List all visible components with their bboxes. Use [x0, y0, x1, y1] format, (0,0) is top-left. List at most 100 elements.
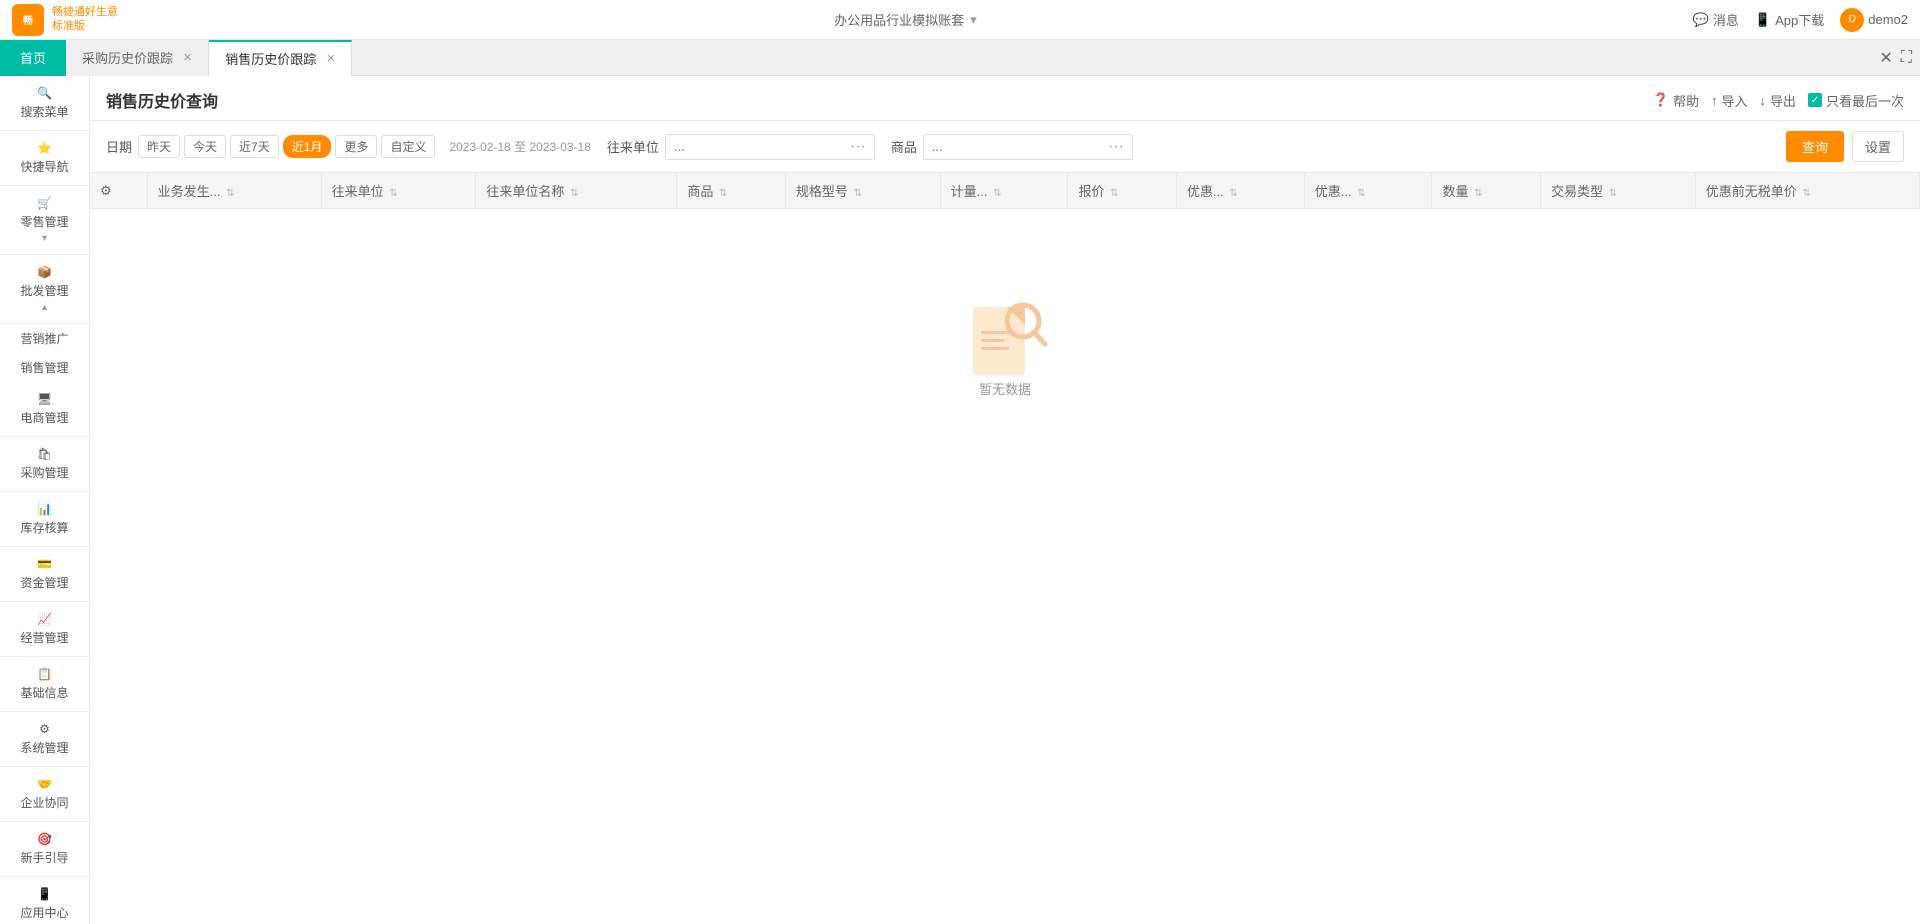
tab-purchase-close[interactable]: ✕	[183, 51, 192, 64]
product-label: 商品	[891, 137, 917, 156]
sidebar-item-purchase[interactable]: 🛍 采购管理	[0, 437, 89, 492]
export-btn[interactable]: ↓ 导出	[1759, 91, 1796, 110]
sidebar-label-finance: 资金管理	[20, 574, 68, 591]
th-quoted-price[interactable]: 报价 ⇅	[1068, 173, 1177, 209]
system-icon: ⚙	[39, 722, 50, 736]
th-price-no-tax[interactable]: 优惠前无税单价 ⇅	[1695, 173, 1919, 209]
date-btn-more[interactable]: 更多	[335, 135, 377, 158]
tab-home[interactable]: 首页	[0, 40, 66, 76]
tab-sales-label: 销售历史价跟踪	[225, 49, 316, 68]
search-menu-icon: 🔍	[37, 86, 52, 100]
basic-icon: 📋	[37, 667, 52, 681]
sort-icon-spec: ⇅	[854, 188, 862, 199]
sort-icon-discount1: ⇅	[1229, 188, 1237, 199]
tabsbar-actions: ✕ ⛶	[1879, 48, 1920, 68]
date-btn-today[interactable]: 今天	[184, 135, 226, 158]
th-quantity[interactable]: 数量 ⇅	[1432, 173, 1541, 209]
wholesale-arrow-icon: ▴	[42, 302, 47, 313]
sidebar-item-search-menu[interactable]: 🔍 搜索菜单	[0, 76, 89, 131]
page-title: 销售历史价查询	[106, 88, 218, 112]
product-input[interactable]	[932, 139, 1108, 154]
sidebar-item-quick-nav[interactable]: ⭐ 快捷导航	[0, 131, 89, 186]
product-filter-group: 商品 ···	[891, 134, 1133, 160]
avatar: D	[1840, 8, 1864, 32]
sidebar-item-enterprise[interactable]: 🤝 企业协同	[0, 767, 89, 822]
tab-sales-close[interactable]: ✕	[326, 52, 335, 65]
sidebar: 🔍 搜索菜单 ⭐ 快捷导航 🛒 零售管理 ▾ 📦 批发管理 ▴ 营销推广 销售管…	[0, 76, 90, 924]
sidebar-item-guide[interactable]: 🎯 新手引导	[0, 822, 89, 877]
th-partner-code[interactable]: 往来单位 ⇅	[321, 173, 476, 209]
help-btn[interactable]: ❓ 帮助	[1653, 91, 1699, 110]
tab-sales-history[interactable]: 销售历史价跟踪 ✕	[209, 40, 352, 76]
sort-icon-quantity: ⇅	[1474, 188, 1482, 199]
tab-purchase-history[interactable]: 采购历史价跟踪 ✕	[66, 40, 209, 76]
partner-dots-icon[interactable]: ···	[850, 138, 866, 156]
enterprise-icon: 🤝	[37, 777, 52, 791]
sidebar-item-marketing[interactable]: 营销推广	[0, 324, 89, 353]
date-btn-7days[interactable]: 近7天	[230, 135, 279, 158]
content-area: 销售历史价查询 ❓ 帮助 ↑ 导入 ↓ 导出 ✓ 只看最后一次	[90, 76, 1920, 924]
sidebar-item-retail[interactable]: 🛒 零售管理 ▾	[0, 186, 89, 255]
filter-actions: 查询 设置	[1786, 131, 1904, 162]
th-settings[interactable]: ⚙	[90, 173, 147, 209]
date-btn-1month[interactable]: 近1月	[283, 135, 332, 158]
sort-icon-partner-code: ⇅	[389, 188, 397, 199]
topbar-right: 💬 消息 📱 App下载 D demo2	[1693, 8, 1908, 32]
filter-area: 日期 昨天 今天 近7天 近1月 更多 自定义 2023-02-18 至 202…	[90, 121, 1920, 173]
sidebar-item-finance[interactable]: 💳 资金管理	[0, 547, 89, 602]
app-download-btn[interactable]: 📱 App下载	[1755, 10, 1824, 29]
th-product[interactable]: 商品 ⇅	[677, 173, 786, 209]
tab-home-label: 首页	[20, 48, 46, 67]
product-input-wrapper[interactable]: ···	[923, 134, 1133, 160]
partner-input-wrapper[interactable]: ···	[665, 134, 875, 160]
app-selector[interactable]: 办公用品行业模拟账套 ▾	[834, 10, 977, 29]
wholesale-icon: 📦	[37, 265, 52, 279]
filter-row: 日期 昨天 今天 近7天 近1月 更多 自定义 2023-02-18 至 202…	[106, 131, 1904, 162]
fullscreen-icon[interactable]: ⛶	[1901, 49, 1912, 67]
close-tab-icon[interactable]: ✕	[1879, 48, 1892, 68]
sidebar-label-enterprise: 企业协同	[20, 794, 68, 811]
sort-icon-price-no-tax: ⇅	[1802, 188, 1810, 199]
message-btn[interactable]: 💬 消息	[1693, 10, 1739, 29]
sidebar-item-system[interactable]: ⚙ 系统管理	[0, 712, 89, 767]
sidebar-item-apps[interactable]: 📱 应用中心	[0, 877, 89, 924]
date-btn-yesterday[interactable]: 昨天	[138, 135, 180, 158]
th-spec[interactable]: 规格型号 ⇅	[785, 173, 940, 209]
guide-icon: 🎯	[37, 832, 52, 846]
th-unit[interactable]: 计量... ⇅	[940, 173, 1068, 209]
checkbox-checked-icon: ✓	[1808, 93, 1822, 107]
sidebar-item-inventory[interactable]: 📊 库存核算	[0, 492, 89, 547]
dropdown-icon[interactable]: ▾	[970, 12, 977, 28]
sidebar-item-basic[interactable]: 📋 基础信息	[0, 657, 89, 712]
sort-icon-biz-date: ⇅	[226, 188, 234, 199]
sidebar-label-operations: 经营管理	[20, 629, 68, 646]
view-last-checkbox-label[interactable]: ✓ 只看最后一次	[1808, 91, 1904, 110]
th-biz-date[interactable]: 业务发生... ⇅	[147, 173, 321, 209]
th-trade-type[interactable]: 交易类型 ⇅	[1541, 173, 1696, 209]
th-partner-name[interactable]: 往来单位名称 ⇅	[476, 173, 677, 209]
settings-button[interactable]: 设置	[1852, 131, 1904, 162]
sidebar-item-ecommerce[interactable]: 🖥 电商管理	[0, 382, 89, 437]
sidebar-item-wholesale[interactable]: 📦 批发管理 ▴	[0, 255, 89, 324]
th-discount2[interactable]: 优惠... ⇅	[1304, 173, 1432, 209]
retail-arrow-icon: ▾	[42, 233, 47, 244]
partner-input[interactable]	[674, 139, 850, 154]
sidebar-label-purchase: 采购管理	[20, 464, 68, 481]
query-button[interactable]: 查询	[1786, 131, 1844, 162]
download-icon: 📱	[1755, 12, 1771, 28]
sort-icon-product: ⇅	[719, 188, 727, 199]
sidebar-label-system: 系统管理	[20, 739, 68, 756]
sidebar-item-operations[interactable]: 📈 经营管理	[0, 602, 89, 657]
user-avatar[interactable]: D demo2	[1840, 8, 1908, 32]
sidebar-item-sales[interactable]: 销售管理	[0, 353, 89, 382]
th-discount1[interactable]: 优惠... ⇅	[1176, 173, 1304, 209]
date-label: 日期	[106, 137, 132, 156]
date-btn-custom[interactable]: 自定义	[381, 135, 435, 158]
date-filter-group: 日期 昨天 今天 近7天 近1月 更多 自定义 2023-02-18 至 202…	[106, 135, 591, 158]
import-btn[interactable]: ↑ 导入	[1711, 91, 1748, 110]
tabsbar: 首页 采购历史价跟踪 ✕ 销售历史价跟踪 ✕ ✕ ⛶	[0, 40, 1920, 76]
import-icon: ↑	[1711, 93, 1718, 108]
partner-filter-group: 往来单位 ···	[607, 134, 875, 160]
logo-icon: 畅	[12, 4, 44, 36]
product-dots-icon[interactable]: ···	[1108, 138, 1124, 156]
